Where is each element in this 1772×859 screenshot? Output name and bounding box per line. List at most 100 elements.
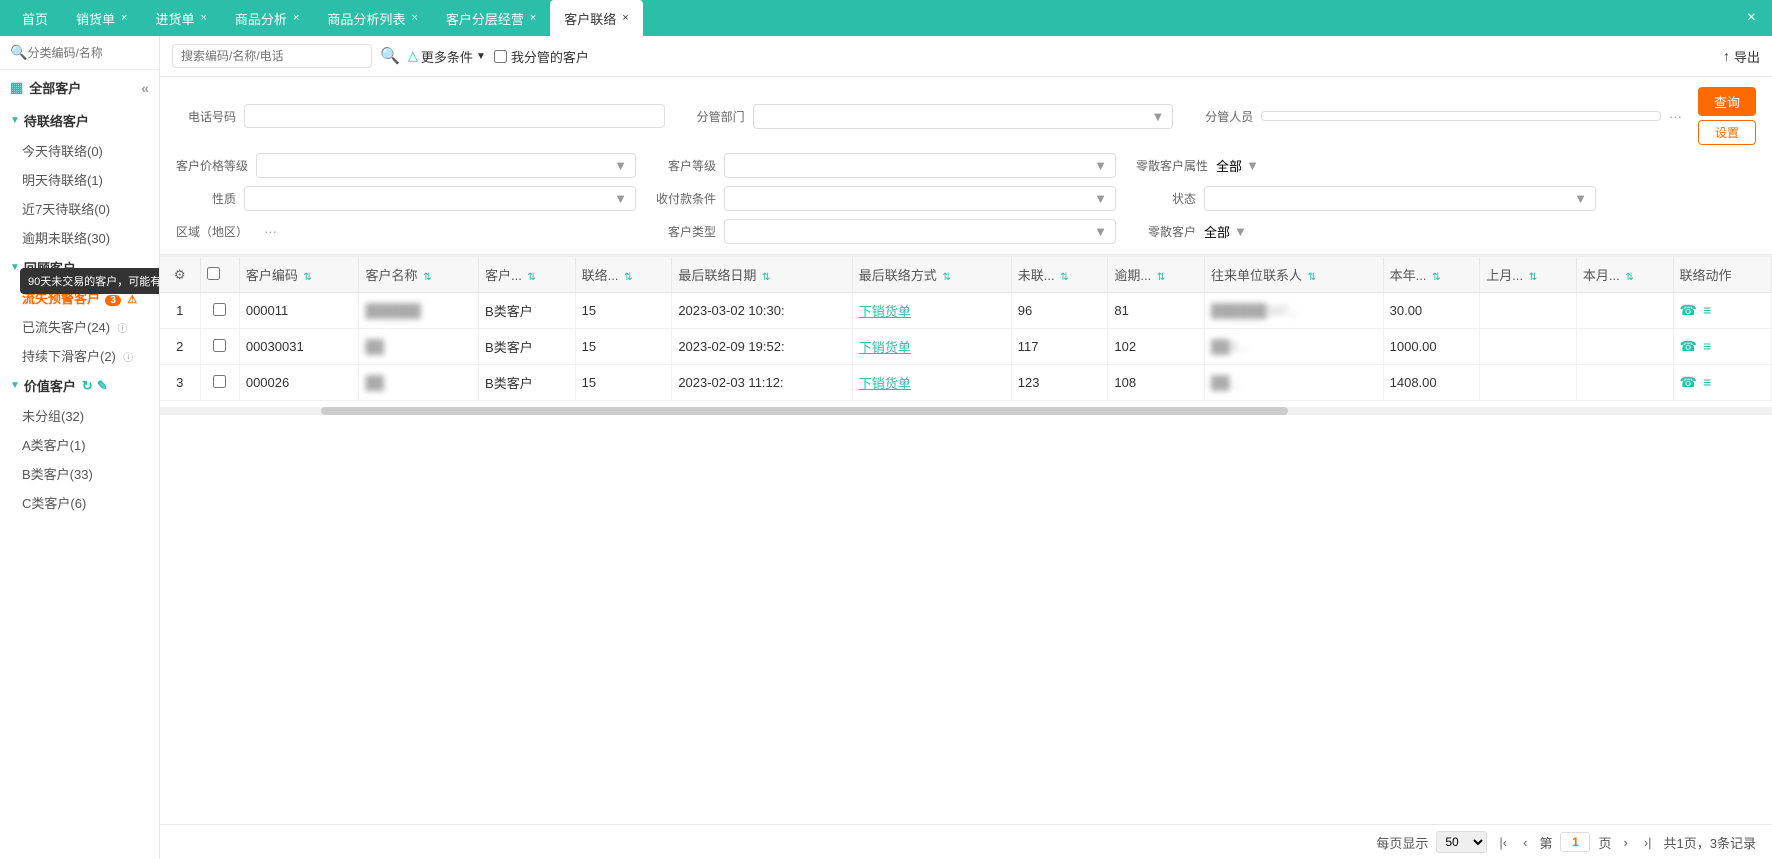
col-contact[interactable]: 联络... ⇅: [575, 257, 672, 293]
sidebar-item-7day-pending[interactable]: 近7天待联络(0): [0, 194, 159, 223]
tab-home[interactable]: 首页: [8, 0, 62, 36]
filter-select-dept[interactable]: ▼: [753, 104, 1174, 129]
tab-goods-analysis-list-close[interactable]: ×: [411, 12, 417, 24]
col-last-contact-method[interactable]: 最后联络方式 ⇅: [852, 257, 1011, 293]
row-checkbox-2[interactable]: [213, 339, 226, 352]
tab-customer-tier-close[interactable]: ×: [530, 12, 536, 24]
settings-button[interactable]: 设置: [1698, 120, 1756, 145]
sidebar-item-churned[interactable]: 已流失客户(24) ⓘ: [0, 312, 159, 341]
filter-search-button[interactable]: 🔍: [380, 46, 400, 66]
cell-last-contact-method-1[interactable]: 下销货单: [852, 293, 1011, 329]
sidebar-item-overdue-pending[interactable]: 逾期未联络(30): [0, 223, 159, 252]
sidebar-group-value[interactable]: ▼ 价值客户 ↻ ✎: [0, 370, 159, 401]
filter-select-customer-type[interactable]: ▼: [724, 219, 1116, 244]
cell-action-3: ☎ ≡: [1673, 365, 1771, 401]
filter-select-person[interactable]: [1261, 111, 1661, 121]
query-button[interactable]: 查询: [1698, 87, 1756, 116]
cell-action-2: ☎ ≡: [1673, 329, 1771, 365]
filter-search-input[interactable]: [172, 44, 372, 68]
chevron-down-icon-customer-type: ▼: [1094, 224, 1107, 239]
more-action-icon-2[interactable]: ≡: [1703, 338, 1711, 355]
select-all-checkbox[interactable]: [207, 267, 220, 280]
sidebar-item-declining[interactable]: 持续下滑客户(2) ⓘ: [0, 341, 159, 370]
next-page-button[interactable]: ›: [1619, 833, 1631, 852]
sidebar-all-customers[interactable]: ▦ 全部客户 «: [0, 70, 159, 105]
adv-filter-row-2: 客户价格等级 ▼ 客户等级 ▼ 零散客户属性: [176, 153, 1756, 178]
edit-icon[interactable]: ✎: [97, 378, 108, 394]
sidebar-item-class-a[interactable]: A类客户(1): [0, 430, 159, 459]
col-unit-contact[interactable]: 往来单位联系人 ⇅: [1205, 257, 1384, 293]
filter-select-nature[interactable]: ▼: [244, 186, 636, 211]
tab-goods-analysis-list[interactable]: 商品分析列表 ×: [313, 0, 431, 36]
per-page-select[interactable]: 50 100: [1436, 831, 1487, 853]
filter-select-customer-tier[interactable]: ▼: [724, 153, 1116, 178]
dots-icon-person[interactable]: ···: [1669, 109, 1682, 124]
col-checkbox[interactable]: [200, 257, 239, 293]
sidebar-item-today-pending[interactable]: 今天待联络(0): [0, 136, 159, 165]
sidebar-collapse-button[interactable]: «: [141, 80, 149, 96]
sidebar-item-class-c[interactable]: C类客户(6): [0, 488, 159, 517]
cell-last-contact-method-2[interactable]: 下销货单: [852, 329, 1011, 365]
link-last-contact-method-1[interactable]: 下销货单: [859, 304, 911, 319]
col-name[interactable]: 客户名称 ⇅: [359, 257, 479, 293]
sidebar-search-input[interactable]: [27, 46, 160, 60]
cell-last-contact-method-3[interactable]: 下销货单: [852, 365, 1011, 401]
col-last-month-label: 上月...: [1486, 268, 1523, 283]
close-all-tabs-button[interactable]: ×: [1739, 9, 1764, 27]
more-action-icon-1[interactable]: ≡: [1703, 302, 1711, 319]
more-action-icon-3[interactable]: ≡: [1703, 374, 1711, 391]
filter-input-phone[interactable]: [244, 104, 665, 128]
more-conditions-button[interactable]: △ 更多条件 ▼: [408, 47, 486, 66]
last-page-button[interactable]: ›|: [1640, 833, 1656, 852]
cell-check-2[interactable]: [200, 329, 239, 365]
col-settings[interactable]: ⚙: [160, 257, 200, 293]
tab-customer-tier[interactable]: 客户分层经营 ×: [432, 0, 550, 36]
export-button[interactable]: ↑ 导出: [1723, 47, 1760, 66]
first-page-button[interactable]: |‹: [1495, 833, 1511, 852]
sidebar-item-class-b[interactable]: B类客户(33): [0, 459, 159, 488]
dots-icon-region[interactable]: ···: [264, 224, 277, 239]
tab-goods-analysis[interactable]: 商品分析 ×: [221, 0, 313, 36]
row-checkbox-1[interactable]: [213, 303, 226, 316]
tab-purchase[interactable]: 进货单 ×: [141, 0, 220, 36]
col-this-year[interactable]: 本年... ⇅: [1383, 257, 1480, 293]
contact-icon-1[interactable]: ☎: [1680, 302, 1697, 319]
filter-select-payment[interactable]: ▼: [724, 186, 1116, 211]
contact-icon-3[interactable]: ☎: [1680, 374, 1697, 391]
prev-page-button[interactable]: ‹: [1519, 833, 1531, 852]
filter-select-status[interactable]: ▼: [1204, 186, 1596, 211]
tab-goods-analysis-close[interactable]: ×: [293, 12, 299, 24]
cell-check-1[interactable]: [200, 293, 239, 329]
refresh-icon[interactable]: ↻: [82, 378, 93, 394]
sidebar-group-pending[interactable]: ▼ 待联络客户: [0, 105, 159, 136]
col-last-contact-date[interactable]: 最后联络日期 ⇅: [672, 257, 852, 293]
filter-label-nature: 性质: [176, 190, 236, 207]
action-icons-2: ☎ ≡: [1680, 338, 1765, 355]
filter-inline-select-retail[interactable]: 全部 ▼: [1204, 222, 1247, 241]
tab-purchase-close[interactable]: ×: [200, 12, 206, 24]
col-uncontact[interactable]: 未联... ⇅: [1011, 257, 1108, 293]
col-this-month[interactable]: 本月... ⇅: [1576, 257, 1673, 293]
my-customers-checkbox-label[interactable]: 我分管的客户: [494, 47, 589, 66]
tab-customer-contact-close[interactable]: ×: [622, 12, 628, 24]
tab-customer-contact[interactable]: 客户联络 ×: [550, 0, 642, 36]
page-number-input[interactable]: [1560, 832, 1590, 852]
tab-sales-close[interactable]: ×: [121, 12, 127, 24]
filter-inline-select-retail-attr[interactable]: 全部 ▼: [1216, 156, 1259, 175]
col-last-month[interactable]: 上月... ⇅: [1480, 257, 1577, 293]
sidebar-item-tomorrow-pending[interactable]: 明天待联络(1): [0, 165, 159, 194]
horizontal-scrollbar-track[interactable]: [160, 407, 1772, 415]
col-code[interactable]: 客户编码 ⇅: [239, 257, 359, 293]
tab-sales[interactable]: 销货单 ×: [62, 0, 141, 36]
sidebar-item-ungrouped[interactable]: 未分组(32): [0, 401, 159, 430]
row-checkbox-3[interactable]: [213, 375, 226, 388]
col-overdue[interactable]: 逾期... ⇅: [1108, 257, 1205, 293]
contact-icon-2[interactable]: ☎: [1680, 338, 1697, 355]
horizontal-scrollbar-thumb[interactable]: [321, 407, 1288, 415]
my-customers-checkbox[interactable]: [494, 50, 507, 63]
cell-check-3[interactable]: [200, 365, 239, 401]
link-last-contact-method-2[interactable]: 下销货单: [859, 340, 911, 355]
link-last-contact-method-3[interactable]: 下销货单: [859, 376, 911, 391]
col-type[interactable]: 客户... ⇅: [479, 257, 576, 293]
filter-select-price-tier[interactable]: ▼: [256, 153, 636, 178]
